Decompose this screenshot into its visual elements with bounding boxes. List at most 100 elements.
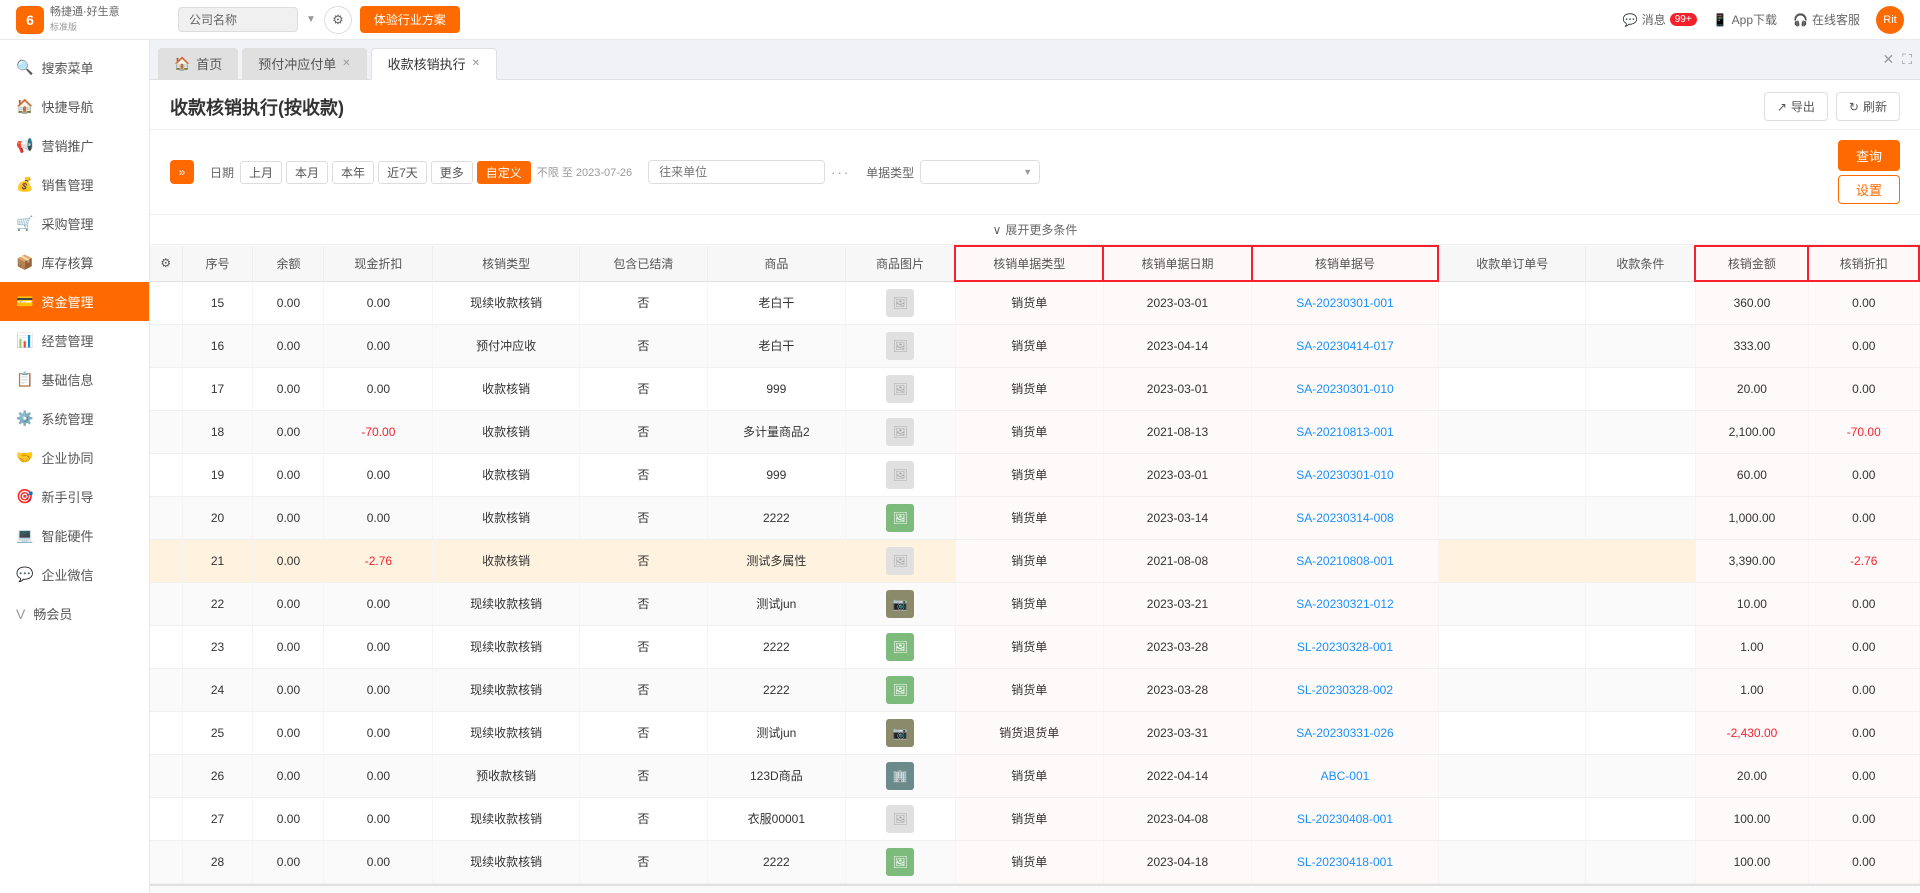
date-range-display: 不限 至 2023-07-26: [537, 164, 632, 180]
cell-receipt-order-no: [1438, 410, 1585, 453]
cell-write-off-amount: 100.00: [1695, 840, 1808, 883]
company-selector[interactable]: 公司名称: [178, 7, 298, 32]
tab-prepay[interactable]: 预付冲应付单 ✕: [242, 48, 366, 80]
cell-write-off-discount: 0.00: [1808, 754, 1919, 797]
app-name: 畅捷通·好生意: [50, 6, 120, 19]
tab-write-off[interactable]: 收款核销执行 ✕: [371, 48, 497, 80]
cell-settled: 否: [579, 754, 707, 797]
sidebar-item-shortcut[interactable]: 🏠 快捷导航: [0, 87, 149, 126]
date-btn-custom[interactable]: 自定义: [477, 161, 531, 184]
col-goods: 商品: [707, 246, 845, 281]
sidebar-item-operation[interactable]: 📊 经营管理: [0, 321, 149, 360]
cell-goods: 老白干: [707, 324, 845, 367]
partner-input[interactable]: [648, 160, 825, 184]
filter-expand-btn[interactable]: »: [170, 160, 194, 184]
tab-home-label: 首页: [196, 54, 222, 73]
sidebar-item-system[interactable]: ⚙️ 系统管理: [0, 399, 149, 438]
cell-write-off-discount: -70.00: [1808, 410, 1919, 453]
col-write-off-type: 核销类型: [433, 246, 580, 281]
tab-write-off-label: 收款核销执行: [388, 54, 466, 73]
table-row: 17 0.00 0.00 收款核销 否 999 🖼 销货单 2023-03-01…: [150, 367, 1919, 410]
sidebar-item-inventory[interactable]: 📦 库存核算: [0, 243, 149, 282]
export-btn[interactable]: ↗ 导出: [1764, 92, 1828, 121]
sidebar-item-wechat[interactable]: 💬 企业微信: [0, 555, 149, 594]
industry-btn[interactable]: 体验行业方案: [360, 6, 460, 33]
cell-goods-img: 🖼: [845, 496, 955, 539]
col-settings[interactable]: ⚙: [150, 246, 182, 281]
tab-bar-right: ✕ ⛶: [1882, 51, 1912, 68]
cell-write-off-type: 收款核销: [433, 496, 580, 539]
cell-cash-discount: 0.00: [324, 840, 433, 883]
cell-goods-img: 🖼: [845, 367, 955, 410]
cell-goods-img: 🖼: [845, 453, 955, 496]
query-btn[interactable]: 查询: [1838, 140, 1900, 171]
nav-message[interactable]: 💬 消息 99+: [1623, 11, 1697, 28]
cell-write-off-discount: 0.00: [1808, 324, 1919, 367]
sidebar-item-member[interactable]: V 畅会员: [0, 594, 149, 633]
tab-write-off-close[interactable]: ✕: [472, 58, 480, 69]
cell-receipt-condition: [1586, 797, 1696, 840]
bill-type-select[interactable]: [920, 160, 1040, 184]
sales-icon: 💰: [16, 176, 33, 193]
cell-settled: 否: [579, 797, 707, 840]
cell-write-off-type: 现续收款核销: [433, 281, 580, 324]
sidebar-item-finance[interactable]: 💳 资金管理: [0, 282, 149, 321]
cell-write-off-type: 收款核销: [433, 410, 580, 453]
sidebar-item-guide[interactable]: 🎯 新手引导: [0, 477, 149, 516]
sidebar-item-sales[interactable]: 💰 销售管理: [0, 165, 149, 204]
marketing-icon: 📢: [16, 137, 33, 154]
table-footer: 40,556,66... 952.24: [150, 884, 1920, 893]
cell-write-off-amount: 20.00: [1695, 754, 1808, 797]
nav-service[interactable]: 🎧 在线客服: [1793, 11, 1860, 28]
sidebar-item-purchase[interactable]: 🛒 采购管理: [0, 204, 149, 243]
cell-cash-discount: 0.00: [324, 453, 433, 496]
cell-write-off-discount: 0.00: [1808, 453, 1919, 496]
cell-receipt-order-no: [1438, 754, 1585, 797]
cell-bill-date: 2023-03-01: [1103, 453, 1251, 496]
cell-goods-img: 🖼: [845, 324, 955, 367]
window-maximize-btn[interactable]: ⛶: [1902, 51, 1912, 68]
cell-settled: 否: [579, 281, 707, 324]
cell-write-off-discount: 0.00: [1808, 367, 1919, 410]
member-icon: V: [16, 606, 25, 622]
tab-prepay-close[interactable]: ✕: [342, 58, 350, 69]
date-btn-more[interactable]: 更多: [431, 161, 473, 184]
cell-write-off-discount: 0.00: [1808, 840, 1919, 883]
cell-goods: 多计量商品2: [707, 410, 845, 453]
sidebar-item-search[interactable]: 🔍 搜索菜单: [0, 48, 149, 87]
cell-bill-no: SA-20230414-017: [1252, 324, 1439, 367]
sidebar-item-marketing[interactable]: 📢 营销推广: [0, 126, 149, 165]
top-center: 公司名称 ▼ ⚙ 体验行业方案: [178, 6, 1611, 34]
refresh-btn[interactable]: ↻ 刷新: [1836, 92, 1900, 121]
date-btn-7days[interactable]: 近7天: [378, 161, 427, 184]
cell-balance: 0.00: [253, 754, 324, 797]
date-btn-this-year[interactable]: 本年: [332, 161, 374, 184]
table-row: 15 0.00 0.00 现续收款核销 否 老白干 🖼 销货单 2023-03-…: [150, 281, 1919, 324]
nav-app-download[interactable]: 📱 App下载: [1713, 11, 1777, 28]
cell-goods: 测试多属性: [707, 539, 845, 582]
cell-goods: 2222: [707, 840, 845, 883]
cell-write-off-discount: 0.00: [1808, 668, 1919, 711]
cell-bill-no: SA-20210808-001: [1252, 539, 1439, 582]
window-close-btn[interactable]: ✕: [1882, 51, 1894, 68]
company-dropdown-icon[interactable]: ▼: [306, 14, 316, 25]
sidebar-label-system: 系统管理: [41, 409, 93, 428]
cell-settled: 否: [579, 496, 707, 539]
cell-goods: 2222: [707, 668, 845, 711]
col-balance: 余额: [253, 246, 324, 281]
cell-bill-type: 销货单: [955, 625, 1103, 668]
user-avatar[interactable]: Rit: [1876, 6, 1904, 34]
cell-balance: 0.00: [253, 711, 324, 754]
date-btn-last-month[interactable]: 上月: [240, 161, 282, 184]
sidebar-item-basic[interactable]: 📋 基础信息: [0, 360, 149, 399]
corp-icon: 🤝: [16, 449, 33, 466]
settings-gear-btn[interactable]: ⚙: [324, 6, 352, 34]
date-btn-this-month[interactable]: 本月: [286, 161, 328, 184]
tab-home[interactable]: 🏠 首页: [158, 48, 238, 80]
cell-bill-type: 销货单: [955, 367, 1103, 410]
cell-bill-no: SA-20230331-026: [1252, 711, 1439, 754]
sidebar-item-hardware[interactable]: 💻 智能硬件: [0, 516, 149, 555]
sidebar-item-corp[interactable]: 🤝 企业协同: [0, 438, 149, 477]
filter-settings-btn[interactable]: 设置: [1838, 175, 1900, 204]
expand-more-btn[interactable]: ∨ 展开更多条件: [993, 221, 1078, 238]
